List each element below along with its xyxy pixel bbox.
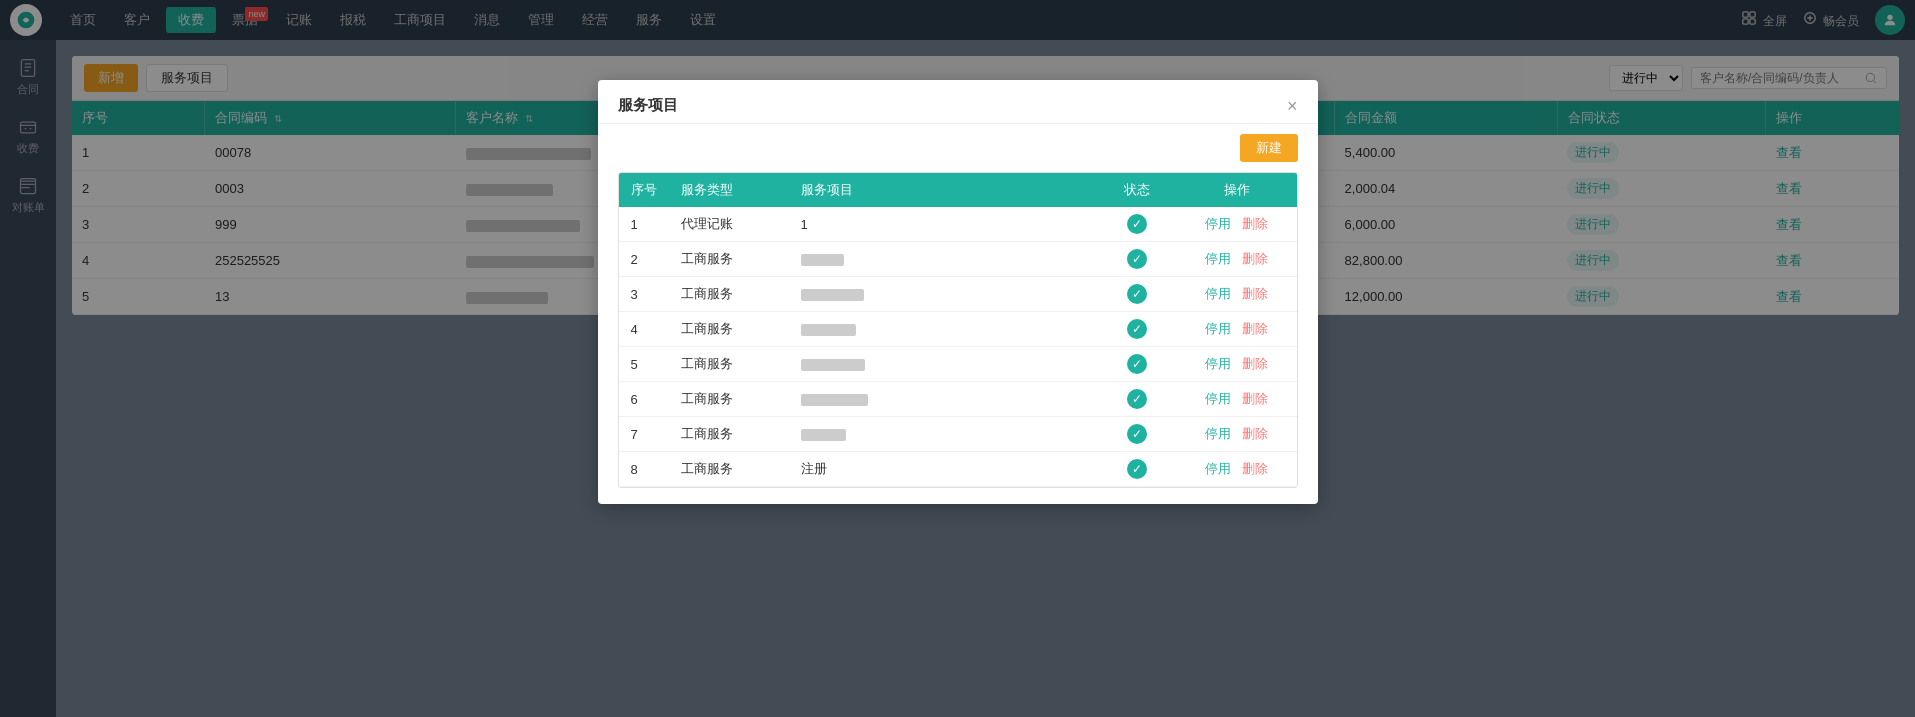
disable-button[interactable]: 停用 [1205,391,1231,406]
modal-cell-seq: 7 [619,417,669,452]
status-check-icon: ✓ [1127,214,1147,234]
service-modal: 服务项目 × 新建 序号 服务类型 服务项目 状态 操作 [598,80,1318,504]
delete-button[interactable]: 删除 [1242,391,1268,406]
modal-cell-seq: 6 [619,382,669,417]
modal-cell-item [789,277,1097,312]
modal-col-item: 服务项目 [789,173,1097,207]
delete-button[interactable]: 删除 [1242,216,1268,231]
modal-cell-actions: 停用 删除 [1177,242,1297,277]
item-text: 注册 [801,461,827,476]
disable-button[interactable]: 停用 [1205,461,1231,476]
modal-cell-seq: 3 [619,277,669,312]
modal-title: 服务项目 [618,96,678,115]
modal-table-header: 序号 服务类型 服务项目 状态 操作 [619,173,1297,207]
modal-cell-actions: 停用 删除 [1177,347,1297,382]
delete-button[interactable]: 删除 [1242,321,1268,336]
modal-body: 序号 服务类型 服务项目 状态 操作 1 代理记账 1 ✓ 停用 删除 [598,172,1318,504]
delete-button[interactable]: 删除 [1242,251,1268,266]
modal-overlay: 服务项目 × 新建 序号 服务类型 服务项目 状态 操作 [0,0,1915,717]
modal-cell-status: ✓ [1097,312,1177,347]
disable-button[interactable]: 停用 [1205,251,1231,266]
modal-cell-actions: 停用 删除 [1177,382,1297,417]
disable-button[interactable]: 停用 [1205,321,1231,336]
list-item: 4 工商服务 ✓ 停用 删除 [619,312,1297,347]
modal-cell-actions: 停用 删除 [1177,417,1297,452]
delete-button[interactable]: 删除 [1242,461,1268,476]
modal-cell-actions: 停用 删除 [1177,312,1297,347]
modal-service-table: 序号 服务类型 服务项目 状态 操作 1 代理记账 1 ✓ 停用 删除 [619,173,1297,487]
modal-cell-status: ✓ [1097,347,1177,382]
modal-cell-seq: 8 [619,452,669,487]
delete-button[interactable]: 删除 [1242,286,1268,301]
modal-cell-status: ✓ [1097,417,1177,452]
list-item: 8 工商服务 注册 ✓ 停用 删除 [619,452,1297,487]
list-item: 1 代理记账 1 ✓ 停用 删除 [619,207,1297,242]
modal-cell-type: 工商服务 [669,417,789,452]
disable-button[interactable]: 停用 [1205,216,1231,231]
modal-cell-item [789,382,1097,417]
modal-col-action: 操作 [1177,173,1297,207]
modal-cell-type: 工商服务 [669,242,789,277]
modal-col-type: 服务类型 [669,173,789,207]
list-item: 5 工商服务 ✓ 停用 删除 [619,347,1297,382]
modal-header: 服务项目 × [598,80,1318,124]
modal-cell-item [789,242,1097,277]
delete-button[interactable]: 删除 [1242,426,1268,441]
modal-cell-seq: 4 [619,312,669,347]
modal-cell-seq: 5 [619,347,669,382]
modal-table-body: 1 代理记账 1 ✓ 停用 删除 2 工商服务 ✓ 停用 删除 3 工商服务 ✓… [619,207,1297,487]
status-check-icon: ✓ [1127,389,1147,409]
modal-cell-type: 工商服务 [669,347,789,382]
modal-cell-item [789,417,1097,452]
list-item: 7 工商服务 ✓ 停用 删除 [619,417,1297,452]
modal-cell-item [789,347,1097,382]
modal-cell-status: ✓ [1097,452,1177,487]
modal-cell-item: 1 [789,207,1097,242]
list-item: 6 工商服务 ✓ 停用 删除 [619,382,1297,417]
status-check-icon: ✓ [1127,354,1147,374]
modal-cell-item: 注册 [789,452,1097,487]
modal-col-status: 状态 [1097,173,1177,207]
status-check-icon: ✓ [1127,424,1147,444]
modal-cell-status: ✓ [1097,277,1177,312]
delete-button[interactable]: 删除 [1242,356,1268,371]
status-check-icon: ✓ [1127,459,1147,479]
modal-cell-seq: 1 [619,207,669,242]
modal-cell-seq: 2 [619,242,669,277]
item-text: 1 [801,217,808,232]
modal-cell-type: 工商服务 [669,277,789,312]
modal-cell-item [789,312,1097,347]
modal-cell-status: ✓ [1097,242,1177,277]
disable-button[interactable]: 停用 [1205,286,1231,301]
modal-cell-actions: 停用 删除 [1177,207,1297,242]
modal-cell-status: ✓ [1097,207,1177,242]
modal-toolbar: 新建 [598,124,1318,172]
disable-button[interactable]: 停用 [1205,426,1231,441]
modal-cell-type: 工商服务 [669,382,789,417]
list-item: 3 工商服务 ✓ 停用 删除 [619,277,1297,312]
modal-close-button[interactable]: × [1287,97,1298,115]
modal-new-button[interactable]: 新建 [1240,134,1298,162]
list-item: 2 工商服务 ✓ 停用 删除 [619,242,1297,277]
modal-cell-type: 工商服务 [669,452,789,487]
status-check-icon: ✓ [1127,319,1147,339]
disable-button[interactable]: 停用 [1205,356,1231,371]
modal-col-seq: 序号 [619,173,669,207]
modal-cell-type: 代理记账 [669,207,789,242]
modal-cell-actions: 停用 删除 [1177,277,1297,312]
status-check-icon: ✓ [1127,284,1147,304]
status-check-icon: ✓ [1127,249,1147,269]
modal-cell-status: ✓ [1097,382,1177,417]
modal-cell-actions: 停用 删除 [1177,452,1297,487]
modal-table-wrapper: 序号 服务类型 服务项目 状态 操作 1 代理记账 1 ✓ 停用 删除 [618,172,1298,488]
modal-cell-type: 工商服务 [669,312,789,347]
